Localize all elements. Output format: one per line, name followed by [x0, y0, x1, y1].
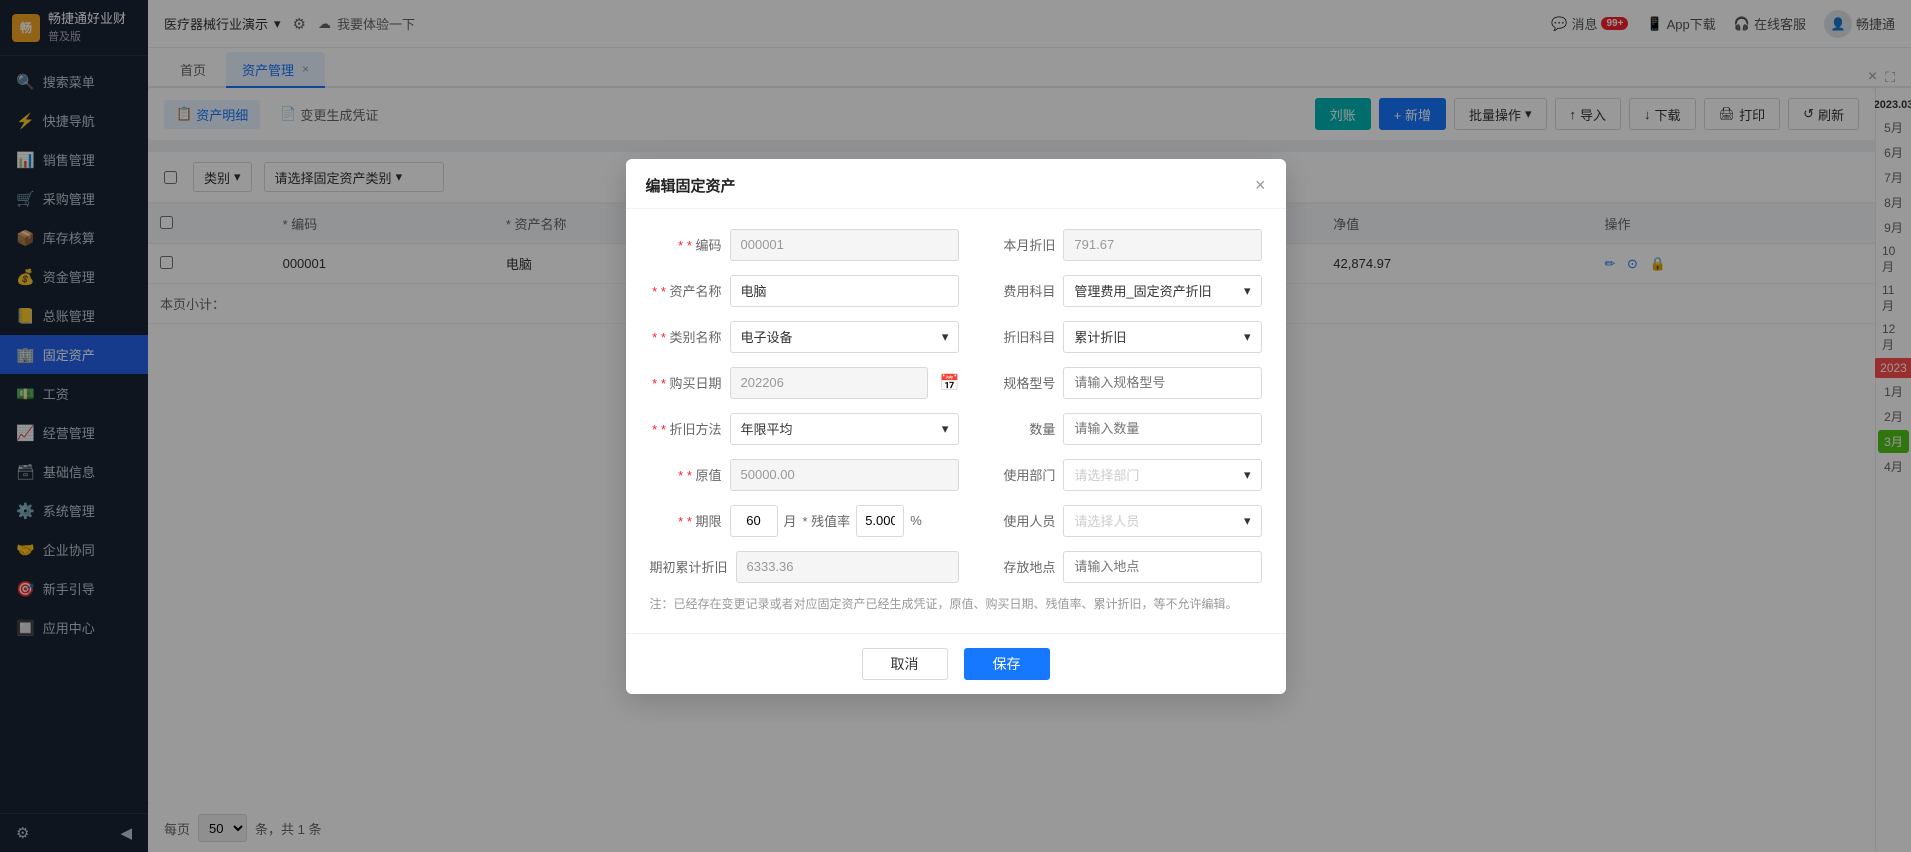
quantity-label: 数量 [983, 419, 1055, 438]
field-purchase-date: * 购买日期 📅 [650, 367, 960, 399]
monthly-depr-input[interactable] [1063, 229, 1261, 261]
period-label: * 期限 [650, 511, 722, 530]
modal-footer: 取消 保存 [626, 633, 1286, 694]
purchase-date-label: * 购买日期 [650, 373, 722, 392]
depr-method-value: 年限平均 [741, 419, 793, 438]
purchase-date-input[interactable] [730, 367, 928, 399]
field-location: 存放地点 [983, 551, 1261, 583]
init-depr-input[interactable] [736, 551, 960, 583]
edit-asset-modal: 编辑固定资产 × * 编码 * 资产名称 [626, 159, 1286, 694]
location-input[interactable] [1063, 551, 1261, 583]
field-initial-depreciation: 期初累计折旧 [650, 551, 960, 583]
calendar-icon[interactable]: 📅 [940, 373, 960, 393]
department-chevron: ▾ [1244, 467, 1251, 483]
residual-rate-label: * 残值率 [803, 511, 851, 530]
category-select[interactable]: 电子设备 ▾ [730, 321, 960, 353]
residual-rate-input[interactable] [856, 505, 904, 537]
orig-value-label: * 原值 [650, 465, 722, 484]
department-label: 使用部门 [983, 465, 1055, 484]
period-input[interactable] [730, 505, 778, 537]
depr-acct-value: 累计折旧 [1074, 327, 1126, 346]
field-period-residual: * 期限 月 * 残值率 % [650, 505, 960, 537]
spec-input[interactable] [1063, 367, 1261, 399]
expense-acct-chevron: ▾ [1244, 283, 1251, 299]
form-note: 注：已经存在变更记录或者对应固定资产已经生成凭证，原值、购买日期、残值率、累计折… [650, 595, 1262, 613]
depr-acct-label: 折旧科目 [983, 327, 1055, 346]
period-row: 月 * 残值率 % [730, 505, 922, 537]
code-input[interactable] [730, 229, 960, 261]
modal-body: * 编码 * 资产名称 * 类别名称 电子设备 ▾ [626, 209, 1286, 633]
field-code: * 编码 [650, 229, 960, 261]
department-placeholder: 请选择部门 [1074, 465, 1139, 484]
field-department: 使用部门 请选择部门 ▾ [983, 459, 1261, 491]
field-name: * 资产名称 [650, 275, 960, 307]
form-right: 本月折旧 费用科目 管理费用_固定资产折旧 ▾ 折旧科目 [983, 229, 1261, 583]
save-button[interactable]: 保存 [964, 648, 1050, 680]
init-depr-label: 期初累计折旧 [650, 557, 728, 576]
field-user: 使用人员 请选择人员 ▾ [983, 505, 1261, 537]
depr-method-chevron: ▾ [942, 421, 949, 437]
field-depr-account: 折旧科目 累计折旧 ▾ [983, 321, 1261, 353]
spec-label: 规格型号 [983, 373, 1055, 392]
depr-method-select[interactable]: 年限平均 ▾ [730, 413, 960, 445]
modal-title: 编辑固定资产 [646, 175, 736, 196]
orig-value-input[interactable] [730, 459, 960, 491]
user-placeholder: 请选择人员 [1074, 511, 1139, 530]
modal-overlay: 编辑固定资产 × * 编码 * 资产名称 [0, 0, 1911, 852]
quantity-input[interactable] [1063, 413, 1261, 445]
code-label: * 编码 [650, 235, 722, 254]
user-label: 使用人员 [983, 511, 1055, 530]
field-category: * 类别名称 电子设备 ▾ [650, 321, 960, 353]
user-chevron: ▾ [1244, 513, 1251, 529]
user-select[interactable]: 请选择人员 ▾ [1063, 505, 1261, 537]
depr-acct-chevron: ▾ [1244, 329, 1251, 345]
field-original-value: * 原值 [650, 459, 960, 491]
period-unit: 月 [784, 511, 797, 530]
field-expense-account: 费用科目 管理费用_固定资产折旧 ▾ [983, 275, 1261, 307]
category-value: 电子设备 [741, 327, 793, 346]
name-label: * 资产名称 [650, 281, 722, 300]
modal-header: 编辑固定资产 × [626, 159, 1286, 209]
name-input[interactable] [730, 275, 960, 307]
expense-acct-label: 费用科目 [983, 281, 1055, 300]
field-depreciation-method: * 折旧方法 年限平均 ▾ [650, 413, 960, 445]
field-monthly-depr: 本月折旧 [983, 229, 1261, 261]
category-label: * 类别名称 [650, 327, 722, 346]
monthly-depr-label: 本月折旧 [983, 235, 1055, 254]
depr-method-label: * 折旧方法 [650, 419, 722, 438]
category-select-chevron: ▾ [942, 329, 949, 345]
modal-close-icon[interactable]: × [1255, 175, 1266, 196]
expense-acct-value: 管理费用_固定资产折旧 [1074, 281, 1211, 300]
depr-acct-select[interactable]: 累计折旧 ▾ [1063, 321, 1261, 353]
form-grid: * 编码 * 资产名称 * 类别名称 电子设备 ▾ [650, 229, 1262, 583]
residual-rate-unit: % [910, 513, 922, 528]
field-quantity: 数量 [983, 413, 1261, 445]
expense-acct-select[interactable]: 管理费用_固定资产折旧 ▾ [1063, 275, 1261, 307]
form-left: * 编码 * 资产名称 * 类别名称 电子设备 ▾ [650, 229, 960, 583]
department-select[interactable]: 请选择部门 ▾ [1063, 459, 1261, 491]
field-spec: 规格型号 [983, 367, 1261, 399]
location-label: 存放地点 [983, 557, 1055, 576]
cancel-button[interactable]: 取消 [862, 648, 948, 680]
